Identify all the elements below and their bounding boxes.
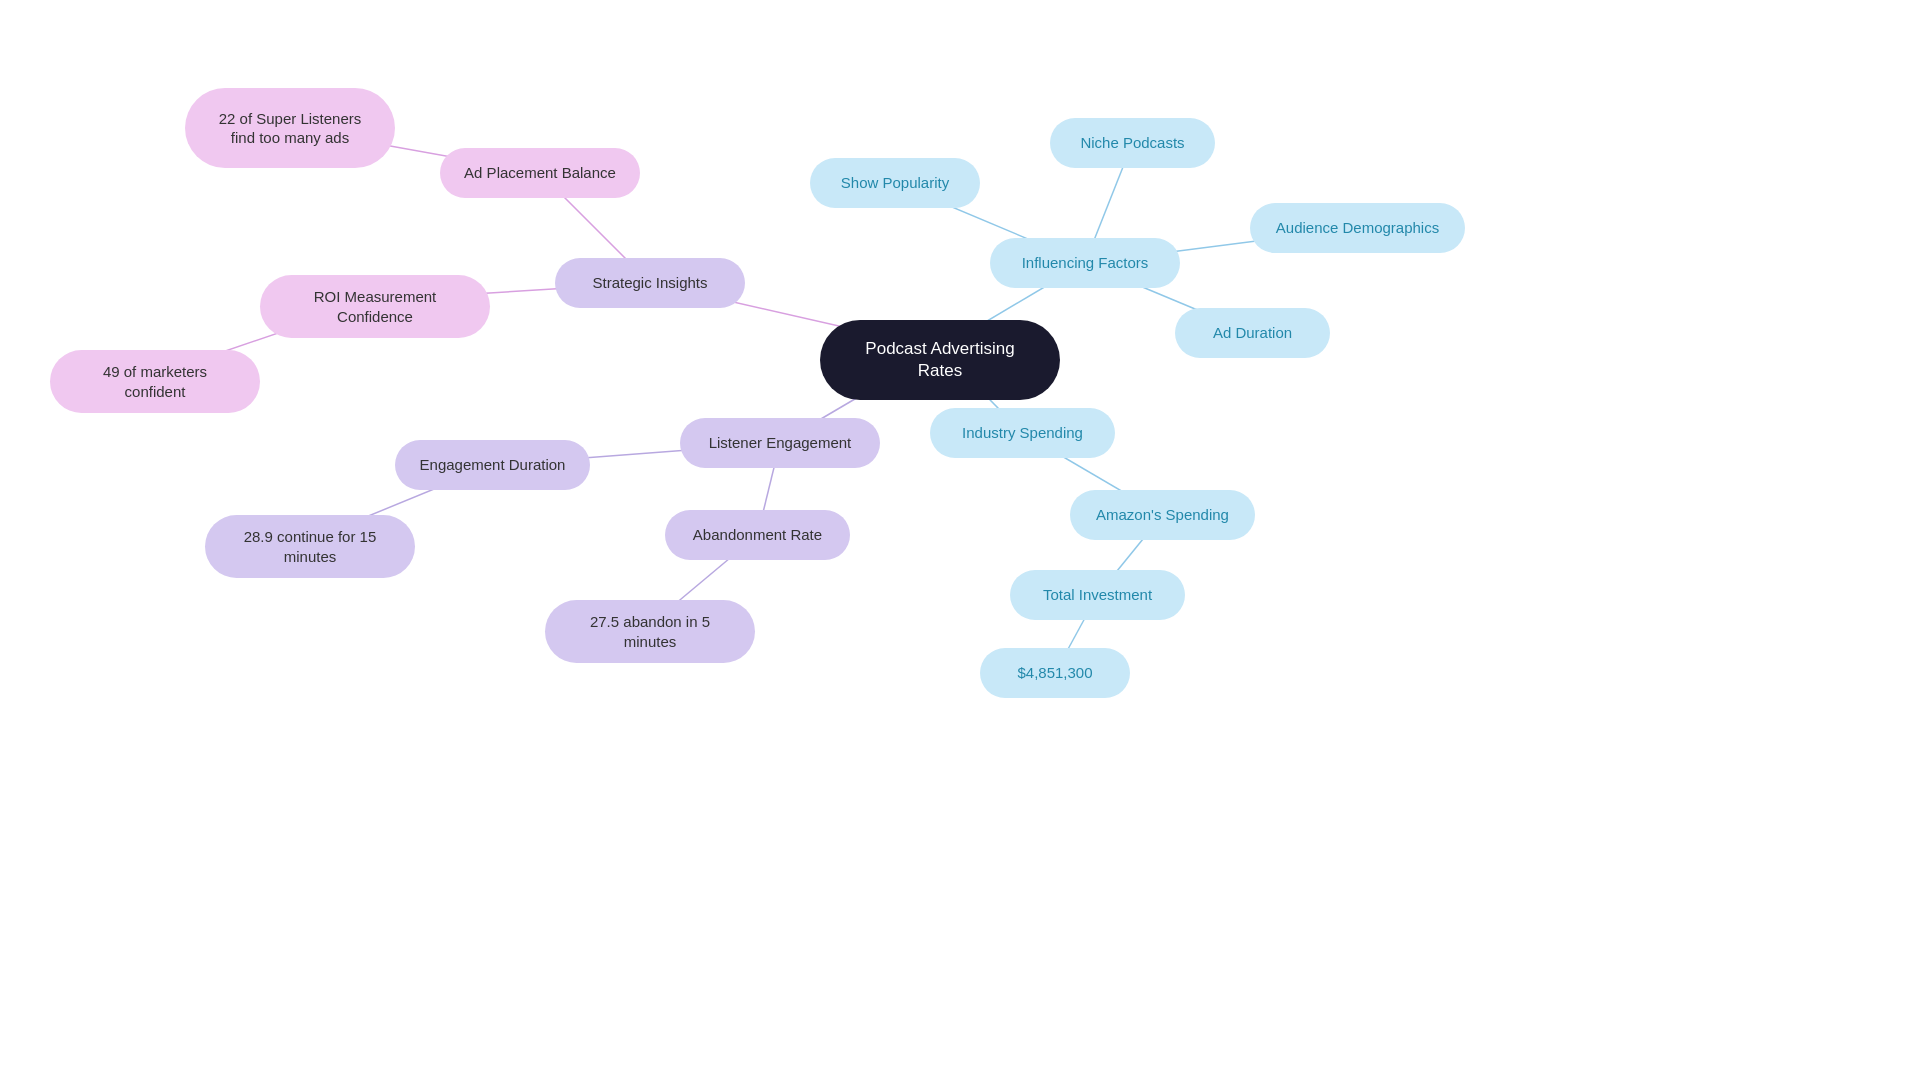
node-listener_engagement: Listener Engagement: [680, 418, 880, 468]
node-continue_15min: 28.9 continue for 15 minutes: [205, 515, 415, 578]
node-influencing_factors: Influencing Factors: [990, 238, 1180, 288]
node-roi_measurement: ROI Measurement Confidence: [260, 275, 490, 338]
node-ad_placement_balance: Ad Placement Balance: [440, 148, 640, 198]
node-ad_duration: Ad Duration: [1175, 308, 1330, 358]
node-super_listeners: 22 of Super Listeners find too many ads: [185, 88, 395, 168]
node-total_investment: Total Investment: [1010, 570, 1185, 620]
node-audience_demographics: Audience Demographics: [1250, 203, 1465, 253]
node-abandonment_rate: Abandonment Rate: [665, 510, 850, 560]
node-show_popularity: Show Popularity: [810, 158, 980, 208]
node-amazons_spending: Amazon's Spending: [1070, 490, 1255, 540]
node-niche_podcasts: Niche Podcasts: [1050, 118, 1215, 168]
mindmap-container: Podcast Advertising Rates Strategic Insig…: [0, 0, 1920, 1083]
node-dollar_amount: $4,851,300: [980, 648, 1130, 698]
node-abandon_5min: 27.5 abandon in 5 minutes: [545, 600, 755, 663]
node-center: Podcast Advertising Rates: [820, 320, 1060, 400]
node-industry_spending: Industry Spending: [930, 408, 1115, 458]
node-strategic_insights: Strategic Insights: [555, 258, 745, 308]
node-engagement_duration: Engagement Duration: [395, 440, 590, 490]
node-marketers_confident: 49 of marketers confident: [50, 350, 260, 413]
